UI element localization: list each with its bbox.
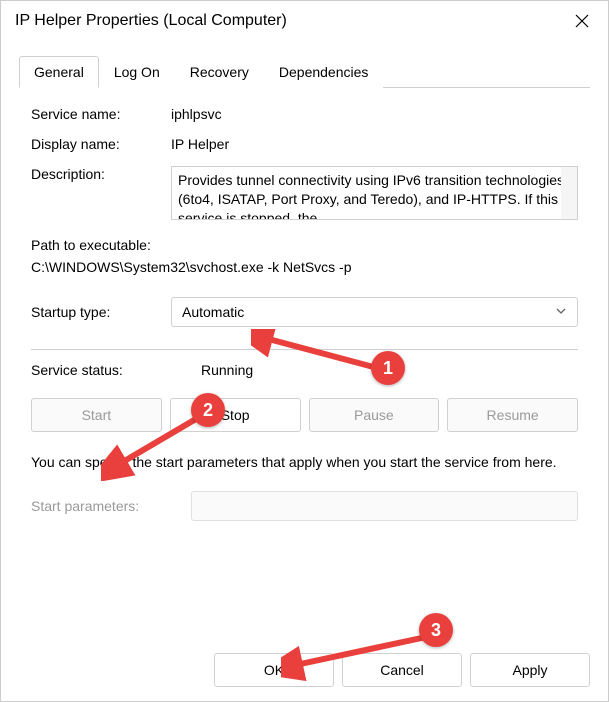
general-panel: Service name: iphlpsvc Display name: IP …: [1, 88, 608, 541]
tab-strip: General Log On Recovery Dependencies: [19, 55, 590, 88]
startup-type-label: Startup type:: [31, 304, 171, 320]
path-value: C:\WINDOWS\System32\svchost.exe -k NetSv…: [31, 256, 578, 278]
start-button: Start: [31, 398, 162, 432]
close-icon: [575, 14, 589, 28]
pause-button: Pause: [309, 398, 440, 432]
titlebar: IP Helper Properties (Local Computer): [1, 1, 608, 41]
start-parameters-input: [191, 491, 578, 521]
apply-button[interactable]: Apply: [470, 653, 590, 687]
display-name-label: Display name:: [31, 136, 171, 152]
close-button[interactable]: [570, 9, 594, 33]
resume-button: Resume: [447, 398, 578, 432]
annotation-callout-3: 3: [419, 613, 453, 647]
ok-button[interactable]: OK: [214, 653, 334, 687]
chevron-down-icon: [555, 304, 567, 320]
tab-recovery[interactable]: Recovery: [175, 56, 264, 88]
path-label: Path to executable:: [31, 234, 578, 256]
info-text: You can specify the start parameters tha…: [31, 452, 578, 473]
description-label: Description:: [31, 166, 171, 182]
separator: [31, 349, 578, 350]
service-name-value: iphlpsvc: [171, 106, 578, 122]
start-parameters-label: Start parameters:: [31, 498, 191, 514]
startup-type-value: Automatic: [182, 304, 244, 320]
service-status-value: Running: [201, 362, 253, 378]
annotation-callout-1: 1: [371, 351, 405, 385]
description-text: Provides tunnel connectivity using IPv6 …: [178, 172, 564, 220]
service-name-label: Service name:: [31, 106, 171, 122]
cancel-button[interactable]: Cancel: [342, 653, 462, 687]
dialog-footer: OK Cancel Apply: [214, 653, 590, 687]
stop-button[interactable]: Stop: [170, 398, 301, 432]
annotation-callout-2: 2: [191, 393, 225, 427]
tab-logon[interactable]: Log On: [99, 56, 175, 88]
window-title: IP Helper Properties (Local Computer): [15, 12, 287, 30]
description-scrollbar[interactable]: [561, 167, 577, 219]
tab-dependencies[interactable]: Dependencies: [264, 56, 384, 88]
display-name-value: IP Helper: [171, 136, 578, 152]
service-status-label: Service status:: [31, 362, 201, 378]
tab-general[interactable]: General: [19, 56, 99, 88]
description-textbox[interactable]: Provides tunnel connectivity using IPv6 …: [171, 166, 578, 220]
startup-type-dropdown[interactable]: Automatic: [171, 297, 578, 327]
